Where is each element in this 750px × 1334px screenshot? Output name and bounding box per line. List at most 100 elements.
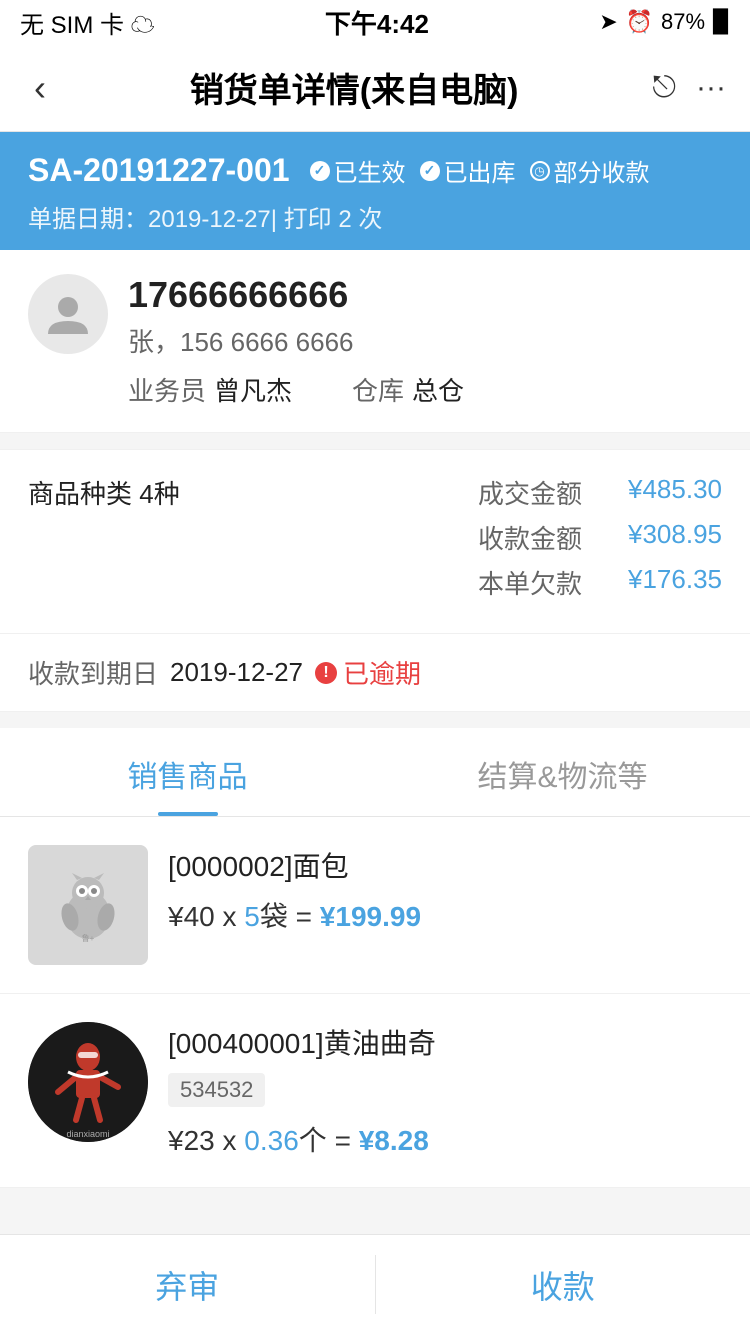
status-right: ➤ ⏰ 87% ▉ <box>599 9 730 35</box>
cancel-button[interactable]: 弃审 <box>0 1235 375 1334</box>
type-label: 商品种类 <box>28 479 132 509</box>
price-unit-1: 袋 <box>260 901 288 932</box>
customer-phone: 张，156 6666 6666 <box>128 322 722 359</box>
meta-warehouse: 仓库 总仓 <box>352 371 464 408</box>
header-date: 单据日期：2019-12-27| 打印 2 次 <box>28 199 722 234</box>
status-tag-partial: ◷ 部分收款 <box>530 153 650 188</box>
owed-label: 本单欠款 <box>478 564 582 601</box>
overdue-section: 收款到期日 2019-12-27 ! 已逾期 <box>0 634 750 712</box>
overdue-date: 2019-12-27 <box>170 657 303 688</box>
section-divider <box>0 712 750 728</box>
confirm-button[interactable]: 收款 <box>376 1235 750 1334</box>
stat-transaction: 成交金额 ¥485.30 <box>478 474 722 511</box>
price-qty-1: 5 <box>244 901 260 932</box>
svg-text:鲁+: 鲁+ <box>82 933 95 943</box>
price-base-1: ¥40 <box>168 901 215 932</box>
list-item: 鲁+ [0000002]面包 ¥40 x 5袋 = ¥199.99 <box>0 817 750 994</box>
tab-settlement-label: 结算&物流等 <box>477 761 647 794</box>
avatar-icon <box>43 289 93 339</box>
date-label: 单据日期： <box>28 206 148 233</box>
status-partial-label: 部分收款 <box>554 153 650 188</box>
header-banner: SA-20191227-001 ✓ 已生效 ✓ 已出库 ◷ 部分收款 单据日期：… <box>0 132 750 250</box>
price-qty-2: 0.36 <box>244 1125 299 1156</box>
stats-right: 成交金额 ¥485.30 收款金额 ¥308.95 本单欠款 ¥176.35 <box>478 474 722 609</box>
received-value: ¥308.95 <box>602 519 722 556</box>
status-shipped-label: 已出库 <box>444 153 516 188</box>
stat-received: 收款金额 ¥308.95 <box>478 519 722 556</box>
overdue-badge: ! 已逾期 <box>315 654 421 691</box>
alarm-icon: ⏰ <box>626 9 653 35</box>
header-top: SA-20191227-001 ✓ 已生效 ✓ 已出库 ◷ 部分收款 <box>28 152 722 189</box>
battery-icon: ▉ <box>713 9 730 35</box>
status-tag-effective: ✓ 已生效 <box>310 153 406 188</box>
price-total-1: ¥199.99 <box>320 901 421 932</box>
overdue-text: 已逾期 <box>343 654 421 691</box>
tabs-container: 销售商品 结算&物流等 <box>0 728 750 817</box>
transaction-value: ¥485.30 <box>602 474 722 511</box>
order-id: SA-20191227-001 <box>28 152 290 189</box>
product-label-1: 面包 <box>293 851 349 882</box>
print-info: | 打印 2 次 <box>271 206 383 233</box>
product-price-2: ¥23 x 0.36个 = ¥8.28 <box>168 1119 722 1159</box>
clock-icon: ◷ <box>530 161 550 181</box>
price-base-2: ¥23 <box>168 1125 215 1156</box>
price-unit-2: 个 <box>299 1125 327 1156</box>
stats-left: 商品种类 4种 <box>28 474 180 511</box>
sales-name: 曾凡杰 <box>214 371 292 408</box>
product-label-2: 黄油曲奇 <box>324 1028 436 1059</box>
customer-name: 17666666666 <box>128 274 722 316</box>
signal-text: 无 SIM 卡 ☁ <box>20 5 155 40</box>
received-label: 收款金额 <box>478 519 582 556</box>
nav-actions: ⎋ ··· <box>652 71 726 105</box>
customer-avatar <box>28 274 108 354</box>
bottom-bar: 弃审 收款 <box>0 1234 750 1334</box>
share-icon[interactable]: ⎋ <box>652 71 676 105</box>
product-code-2: [000400001] <box>168 1028 324 1059</box>
tab-settlement[interactable]: 结算&物流等 <box>375 728 750 816</box>
stat-owed: 本单欠款 ¥176.35 <box>478 564 722 601</box>
stats-section: 商品种类 4种 成交金额 ¥485.30 收款金额 ¥308.95 本单欠款 ¥… <box>0 449 750 634</box>
customer-info: 17666666666 张，156 6666 6666 业务员 曾凡杰 仓库 总… <box>128 274 722 408</box>
more-icon[interactable]: ··· <box>696 71 726 105</box>
svg-text:dianxiaomi: dianxiaomi <box>66 1129 109 1139</box>
status-bar: 无 SIM 卡 ☁ 下午4:42 ➤ ⏰ 87% ▉ <box>0 0 750 44</box>
product-name-2: [000400001]黄油曲奇 <box>168 1022 722 1062</box>
warehouse-label: 仓库 <box>352 371 404 408</box>
page-title: 销货单详情(来自电脑) <box>56 63 652 112</box>
order-date: 2019-12-27 <box>148 206 271 233</box>
transaction-label: 成交金额 <box>478 474 582 511</box>
nav-bar: ‹ 销货单详情(来自电脑) ⎋ ··· <box>0 44 750 132</box>
product-details-2: [000400001]黄油曲奇 534532 ¥23 x 0.36个 = ¥8.… <box>168 1022 722 1159</box>
battery-text: 87% <box>661 9 705 35</box>
overdue-label: 收款到期日 <box>28 654 158 691</box>
owed-value: ¥176.35 <box>602 564 722 601</box>
status-tag-shipped: ✓ 已出库 <box>420 153 516 188</box>
overdue-dot-icon: ! <box>315 662 337 684</box>
price-total-2: ¥8.28 <box>359 1125 429 1156</box>
back-button[interactable]: ‹ <box>24 57 56 119</box>
product-image-1: 鲁+ <box>28 845 148 965</box>
customer-section: 17666666666 张，156 6666 6666 业务员 曾凡杰 仓库 总… <box>0 250 750 433</box>
meta-sales: 业务员 曾凡杰 <box>128 371 292 408</box>
stats-row: 商品种类 4种 成交金额 ¥485.30 收款金额 ¥308.95 本单欠款 ¥… <box>28 474 722 609</box>
sales-label: 业务员 <box>128 371 206 408</box>
status-left: 无 SIM 卡 ☁ <box>20 5 155 40</box>
status-effective-label: 已生效 <box>334 153 406 188</box>
product-tag-2: 534532 <box>168 1073 265 1107</box>
customer-meta: 业务员 曾凡杰 仓库 总仓 <box>128 371 722 408</box>
status-time: 下午4:42 <box>325 4 429 41</box>
product-code-1: [0000002] <box>168 851 293 882</box>
check-icon-1: ✓ <box>310 161 330 181</box>
product-price-1: ¥40 x 5袋 = ¥199.99 <box>168 895 722 935</box>
product-details-1: [0000002]面包 ¥40 x 5袋 = ¥199.99 <box>168 845 722 935</box>
check-icon-2: ✓ <box>420 161 440 181</box>
product-list: 鲁+ [0000002]面包 ¥40 x 5袋 = ¥199.99 <box>0 817 750 1188</box>
warehouse-name: 总仓 <box>412 371 464 408</box>
product-name-1: [0000002]面包 <box>168 845 722 885</box>
list-item: dianxiaomi [000400001]黄油曲奇 534532 ¥23 x … <box>0 994 750 1188</box>
tab-sales[interactable]: 销售商品 <box>0 728 375 816</box>
status-tags: ✓ 已生效 ✓ 已出库 ◷ 部分收款 <box>310 153 650 188</box>
product-image-2: dianxiaomi <box>28 1022 148 1142</box>
tab-sales-label: 销售商品 <box>128 761 248 794</box>
location-icon: ➤ <box>599 9 617 35</box>
